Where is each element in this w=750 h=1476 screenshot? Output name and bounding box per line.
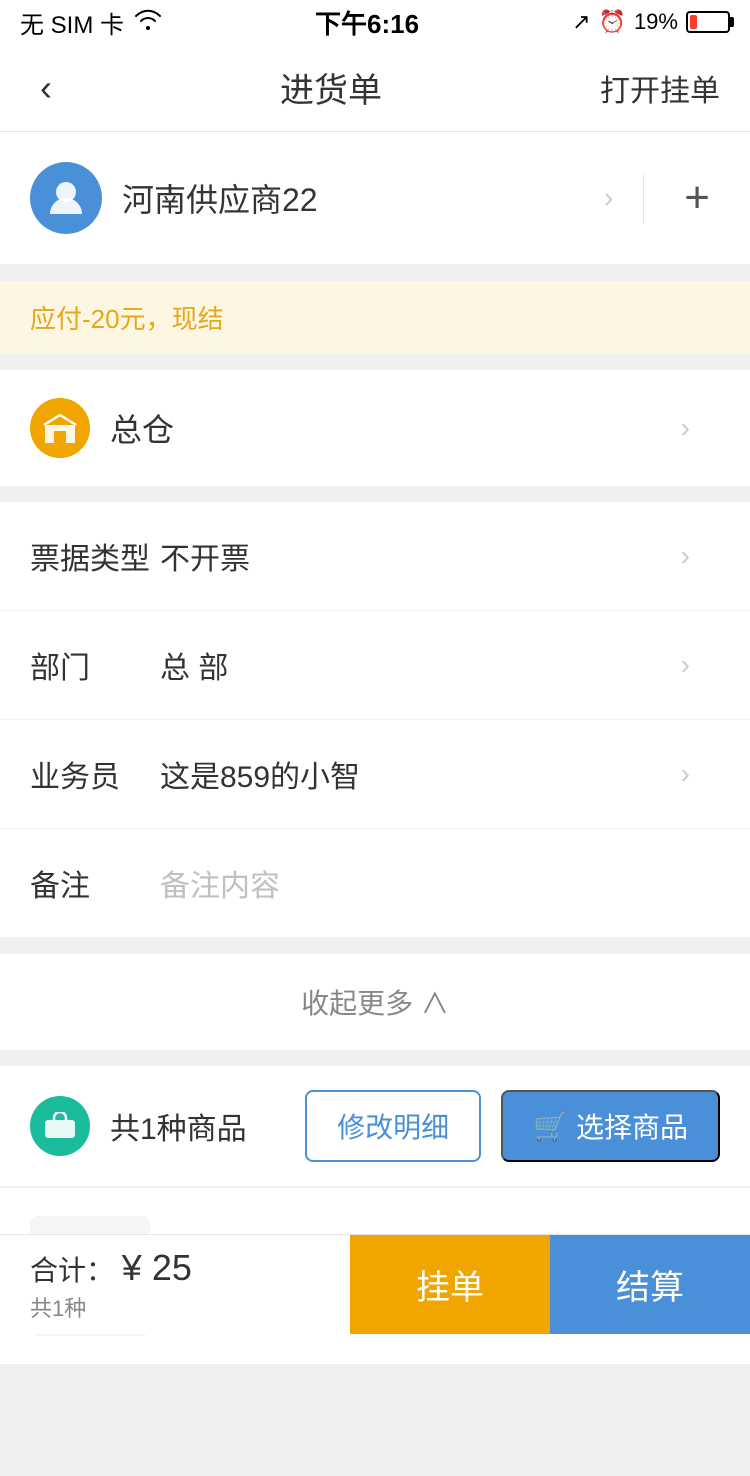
battery-icon: [686, 11, 730, 33]
remark-row[interactable]: 备注 备注内容: [0, 829, 750, 938]
invoice-row[interactable]: 票据类型 不开票 ›: [0, 502, 750, 611]
pending-button[interactable]: 挂单: [350, 1235, 550, 1334]
checkout-button[interactable]: 结算: [550, 1235, 750, 1334]
add-supplier-button[interactable]: +: [674, 173, 720, 223]
warehouse-chevron-icon: ›: [681, 412, 690, 444]
remark-input[interactable]: 备注内容: [160, 861, 720, 905]
dept-row[interactable]: 部门 总 部 ›: [0, 611, 750, 720]
dept-chevron-icon: ›: [681, 649, 690, 681]
battery-fill: [690, 15, 697, 29]
alarm-icon: ⏰: [599, 9, 626, 35]
invoice-label: 票据类型: [30, 534, 160, 578]
dept-label: 部门: [30, 643, 160, 687]
salesperson-label: 业务员: [30, 752, 160, 796]
salesperson-value: 这是859的小智: [160, 752, 681, 796]
footer: 合计： ¥ 25 共1种 挂单 结算: [0, 1234, 750, 1334]
remark-label: 备注: [30, 861, 160, 905]
footer-total: 合计： ¥ 25 共1种: [0, 1235, 350, 1334]
page-title: 进货单: [280, 63, 382, 112]
total-amount: ¥ 25: [122, 1247, 192, 1288]
select-product-button[interactable]: 🛒 选择商品: [501, 1090, 720, 1162]
wifi-icon: [134, 8, 162, 37]
location-icon: ↗: [572, 9, 590, 35]
warehouse-row[interactable]: 总仓 ›: [0, 370, 750, 486]
warehouse-icon: [30, 398, 90, 458]
warehouse-name: 总仓: [110, 405, 681, 451]
status-time: 下午6:16: [315, 4, 419, 41]
divider: [643, 173, 644, 223]
supplier-row[interactable]: 河南供应商22 › +: [0, 132, 750, 265]
footer-count: 共1种: [30, 1291, 320, 1323]
status-bar: 无 SIM 卡 下午6:16 ↗ ⏰ 19%: [0, 0, 750, 44]
invoice-value: 不开票: [160, 534, 681, 578]
total-label: 合计：: [30, 1255, 114, 1286]
notice-text: 应付-20元，现结: [30, 304, 224, 334]
dept-value: 总 部: [160, 643, 681, 687]
products-icon: [30, 1096, 90, 1156]
products-count: 共1种商品: [110, 1104, 285, 1148]
edit-detail-button[interactable]: 修改明细: [305, 1090, 481, 1162]
form-section: 票据类型 不开票 › 部门 总 部 › 业务员 这是859的小智 › 备注 备注…: [0, 502, 750, 938]
status-right: ↗ ⏰ 19%: [572, 9, 730, 35]
status-left: 无 SIM 卡: [20, 5, 162, 40]
salesperson-row[interactable]: 业务员 这是859的小智 ›: [0, 720, 750, 829]
supplier-section: 河南供应商22 › +: [0, 132, 750, 265]
select-product-icon: 🛒: [533, 1110, 568, 1143]
supplier-name: 河南供应商22: [122, 175, 604, 221]
collapse-button[interactable]: 收起更多 ∧: [0, 954, 750, 1050]
salesperson-chevron-icon: ›: [681, 758, 690, 790]
carrier-label: 无 SIM 卡: [20, 5, 124, 40]
battery-percent: 19%: [634, 9, 678, 35]
select-product-label: 选择商品: [576, 1106, 688, 1146]
products-header: 共1种商品 修改明细 🛒 选择商品: [0, 1066, 750, 1186]
open-pending-button[interactable]: 打开挂单: [600, 66, 720, 110]
invoice-chevron-icon: ›: [681, 540, 690, 572]
supplier-avatar: [30, 162, 102, 234]
notice-bar: 应付-20元，现结: [0, 281, 750, 354]
nav-bar: ‹ 进货单 打开挂单: [0, 44, 750, 132]
supplier-chevron-icon: ›: [604, 182, 613, 214]
back-button[interactable]: ‹: [30, 57, 62, 119]
